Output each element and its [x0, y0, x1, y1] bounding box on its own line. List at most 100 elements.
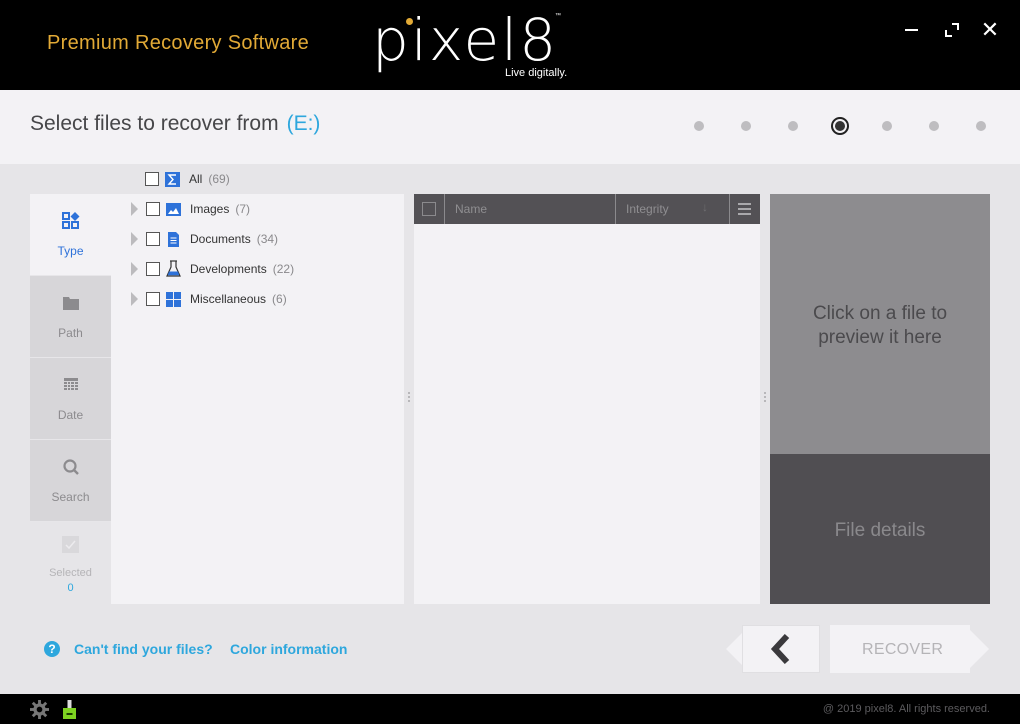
nav-item-selected[interactable]: Selected 0	[30, 522, 111, 606]
gear-icon[interactable]	[30, 700, 49, 719]
tree-label: Images	[190, 202, 230, 216]
step-indicator	[694, 117, 1020, 135]
category-tree: Images (7) Documents (34) Developments (…	[111, 194, 404, 604]
tree-label: All	[189, 172, 203, 186]
preview-placeholder-line1: Click on a file to	[812, 303, 948, 324]
maximize-icon	[945, 23, 959, 37]
expand-caret-icon[interactable]	[131, 292, 138, 306]
back-button[interactable]	[742, 625, 820, 673]
close-button[interactable]: ✕	[978, 18, 1002, 42]
step-dot	[976, 121, 986, 131]
step-dot-current	[831, 117, 849, 135]
file-details-pane: File details	[770, 454, 990, 604]
drive-letter: (E:)	[286, 112, 321, 135]
file-list: Name Integrity ↓	[414, 194, 760, 604]
column-divider	[444, 194, 445, 224]
cant-find-files-link[interactable]: Can't find your files?	[74, 641, 213, 657]
close-icon: ✕	[980, 17, 1000, 42]
tree-row-documents[interactable]: Documents (34)	[111, 229, 278, 249]
footer-bar: @ 2019 pixel8. All rights reserved.	[0, 694, 1020, 724]
nav-item-type[interactable]: Type	[30, 194, 111, 276]
tree-row-all[interactable]: All (69)	[145, 170, 230, 188]
logo-dot	[406, 18, 413, 25]
tree-count: (34)	[256, 232, 279, 246]
tree-count: (69)	[208, 172, 230, 186]
flask-icon	[166, 260, 181, 277]
category-checkbox[interactable]	[146, 292, 160, 306]
step-dot	[788, 121, 798, 131]
pixel8-logo: pixel8 ™ Live digitally.	[372, 10, 572, 84]
expand-caret-icon[interactable]	[131, 262, 138, 276]
step-dot	[694, 121, 704, 131]
download-icon[interactable]	[62, 700, 77, 719]
page-title: Select files to recover from (E:)	[30, 112, 320, 136]
step-dot	[741, 121, 751, 131]
step-dot	[929, 121, 939, 131]
column-header-name[interactable]: Name	[455, 202, 487, 216]
file-details-label: File details	[834, 520, 926, 541]
column-header-integrity[interactable]: Integrity	[626, 202, 669, 216]
page-title-text: Select files to recover from	[30, 112, 279, 135]
chevron-left-icon	[770, 634, 790, 664]
preview-placeholder-line2: preview it here	[818, 327, 942, 348]
file-list-header: Name Integrity ↓	[414, 194, 760, 224]
preview-splitter-handle[interactable]	[764, 392, 766, 406]
column-divider	[615, 194, 616, 224]
nav-label: Date	[57, 408, 84, 422]
logo-trademark: ™	[555, 13, 561, 19]
category-checkbox[interactable]	[146, 232, 160, 246]
expand-caret-icon[interactable]	[131, 232, 138, 246]
nav-label: Path	[58, 326, 83, 340]
column-divider	[729, 194, 730, 224]
tree-count: (7)	[235, 202, 251, 216]
step-header: Select files to recover from (E:)	[0, 90, 1020, 164]
tree-label: Developments	[190, 262, 267, 276]
tree-count: (22)	[272, 262, 295, 276]
nav-label: Search	[51, 490, 90, 504]
selected-count: 0	[67, 582, 74, 594]
nav-item-date[interactable]: Date	[30, 358, 111, 440]
nav-item-path[interactable]: Path	[30, 276, 111, 358]
document-icon	[168, 231, 179, 247]
title-bar: Premium Recovery Software pixel8 ™ Live …	[0, 0, 1020, 90]
checkmark-icon	[62, 536, 79, 553]
folder-icon	[63, 297, 79, 310]
filter-nav: Type Path Date Search Selected 0	[30, 194, 111, 606]
tree-row-developments[interactable]: Developments (22)	[111, 259, 294, 279]
tree-row-images[interactable]: Images (7)	[111, 199, 250, 219]
column-menu-icon[interactable]	[738, 203, 751, 215]
help-icon[interactable]: ?	[44, 641, 60, 657]
recover-label: RECOVER	[862, 641, 944, 658]
tree-label: Miscellaneous	[190, 292, 267, 306]
logo-subtitle: Live digitally.	[505, 67, 568, 79]
selected-label: Selected	[49, 567, 92, 579]
grid-icon	[166, 291, 181, 307]
minimize-button[interactable]	[900, 18, 924, 42]
tree-count: (6)	[272, 292, 287, 306]
category-checkbox[interactable]	[146, 202, 160, 216]
color-information-link[interactable]: Color information	[230, 641, 347, 657]
tree-row-miscellaneous[interactable]: Miscellaneous (6)	[111, 289, 287, 309]
copyright-text: @ 2019 pixel8. All rights reserved.	[822, 703, 990, 715]
image-icon	[166, 202, 181, 216]
nav-label: Type	[57, 244, 84, 258]
type-icon	[62, 212, 80, 229]
tree-label: Documents	[190, 232, 251, 246]
all-checkbox[interactable]	[145, 172, 159, 186]
expand-caret-icon[interactable]	[131, 202, 138, 216]
logo-wordmark: pixel8	[372, 6, 559, 74]
category-checkbox[interactable]	[146, 262, 160, 276]
calendar-icon	[64, 378, 78, 390]
maximize-button[interactable]	[940, 18, 964, 42]
sigma-icon	[165, 171, 180, 187]
sort-arrow-icon[interactable]: ↓	[702, 200, 708, 214]
select-all-checkbox[interactable]	[422, 202, 436, 216]
preview-placeholder: Click on a file to preview it here	[770, 302, 990, 350]
nav-item-search[interactable]: Search	[30, 440, 111, 522]
step-dot	[882, 121, 892, 131]
search-icon	[63, 459, 79, 475]
tree-splitter-handle[interactable]	[408, 392, 410, 406]
recover-button[interactable]: RECOVER	[830, 625, 970, 673]
preview-pane: Click on a file to preview it here	[770, 194, 990, 454]
app-tagline: Premium Recovery Software	[47, 32, 310, 54]
